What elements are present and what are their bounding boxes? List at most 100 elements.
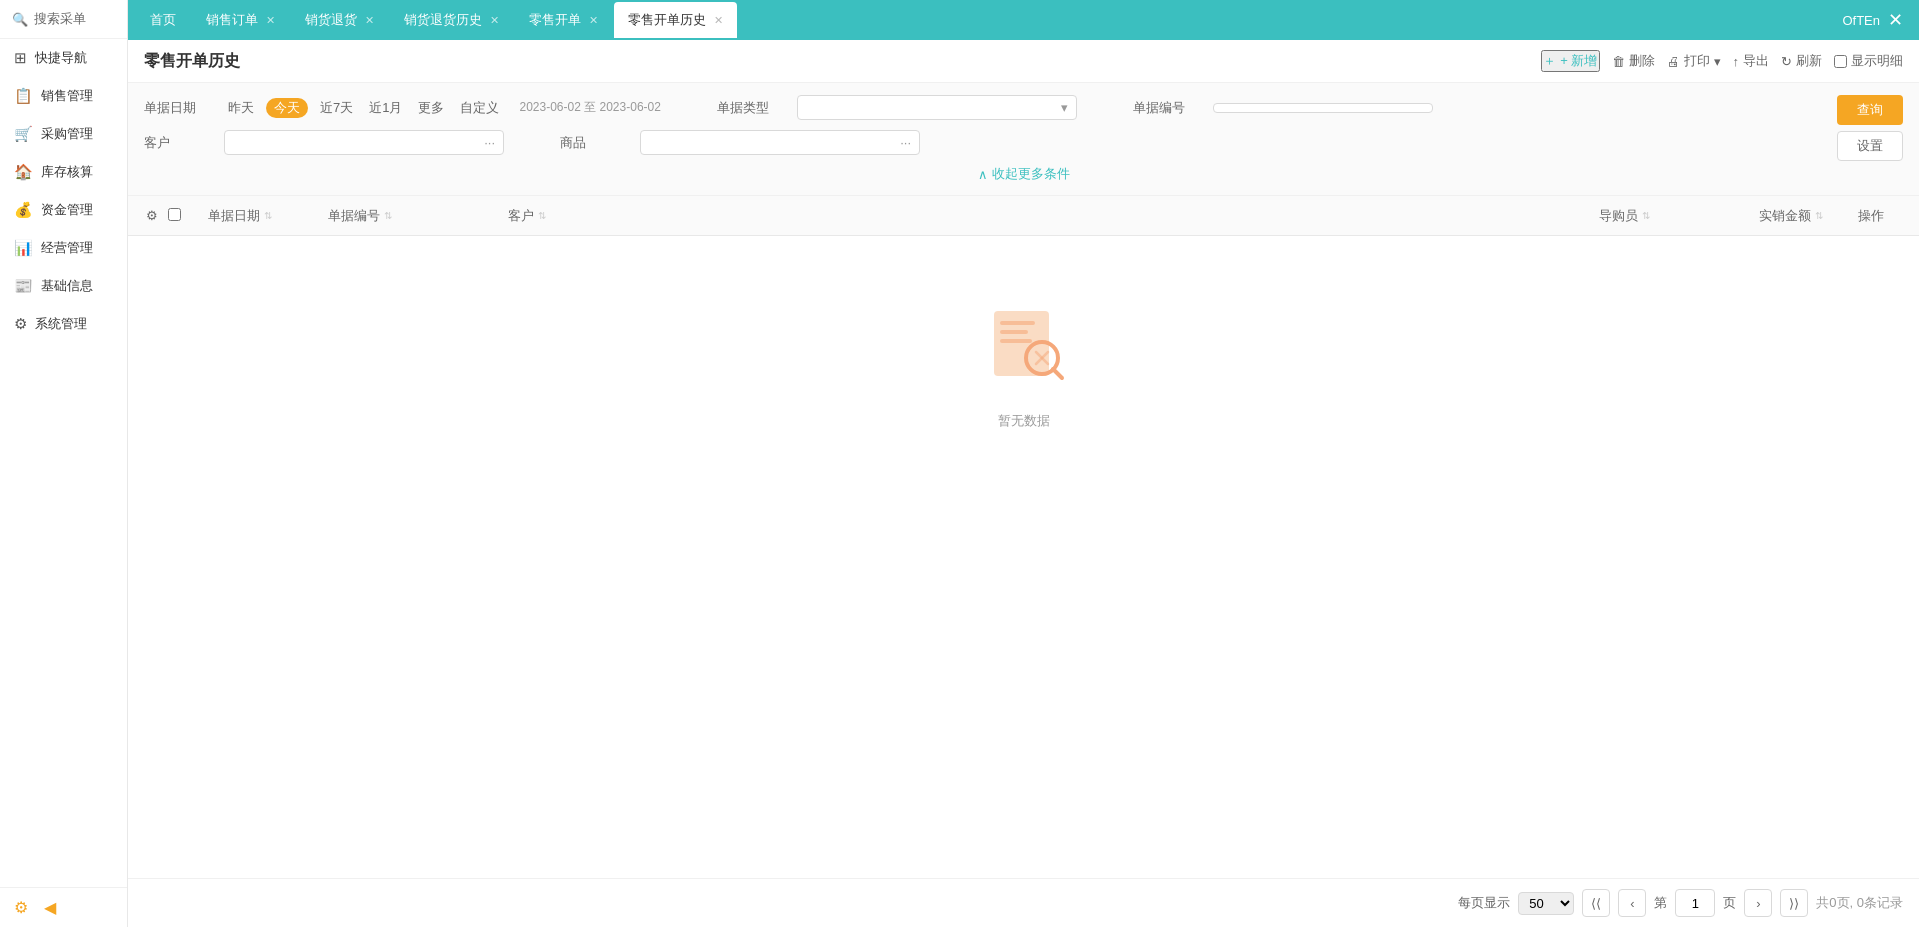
page-number-input[interactable] — [1675, 889, 1715, 917]
sidebar-bottom: ⚙ ◀ — [0, 887, 127, 927]
print-label: 打印 — [1684, 52, 1710, 70]
th-guide[interactable]: 导购员 ⇅ — [1591, 207, 1711, 225]
tab-close-retail-open-history[interactable]: ✕ — [714, 14, 723, 27]
select-all-checkbox[interactable] — [168, 208, 200, 224]
column-settings-icon[interactable]: ⚙ — [136, 208, 168, 223]
sidebar-item-sales-mgmt[interactable]: 📋销售管理 — [0, 77, 127, 115]
close-window-button[interactable]: ✕ — [1888, 9, 1903, 31]
customer-filter-input[interactable]: ··· — [224, 130, 504, 155]
search-icon: 🔍 — [12, 12, 28, 27]
tab-sales-return-history[interactable]: 销货退货历史✕ — [390, 2, 513, 38]
tab-label-sales-order: 销售订单 — [206, 11, 258, 29]
th-amount-label: 实销金额 — [1759, 207, 1811, 225]
sidebar-item-finance[interactable]: 💰 资金管理 — [0, 191, 127, 229]
date-more[interactable]: 更多 — [414, 98, 448, 118]
sidebar-search[interactable]: 🔍 搜索采单 — [0, 0, 127, 39]
filter-area: 单据日期 昨天 今天 近7天 近1月 更多 自定义 2023-06-02 至 2… — [128, 83, 1919, 196]
select-all-input[interactable] — [168, 208, 181, 221]
delete-icon: 🗑 — [1612, 54, 1625, 69]
svg-line-5 — [1053, 369, 1062, 378]
goods-filter-input[interactable]: ··· — [640, 130, 920, 155]
display-detail-toggle[interactable]: 显示明细 — [1834, 52, 1903, 70]
print-arrow-icon: ▾ — [1714, 54, 1721, 69]
empty-illustration — [974, 296, 1074, 396]
sidebar-label-inventory: 库存核算 — [41, 163, 93, 181]
tab-close-retail-open[interactable]: ✕ — [589, 14, 598, 27]
last-page-button[interactable]: ⟩⟩ — [1780, 889, 1808, 917]
filter-actions: 查询 设置 — [1837, 95, 1903, 161]
sidebar-item-purchase-mgmt[interactable]: 🛒采购管理 — [0, 115, 127, 153]
query-button[interactable]: 查询 — [1837, 95, 1903, 125]
page-label: 第 — [1654, 894, 1667, 912]
tab-home[interactable]: 首页 — [136, 2, 190, 38]
topbar-right: OfTEn ✕ — [1842, 9, 1911, 31]
collapse-icon[interactable]: ◀ — [44, 898, 56, 917]
sidebar-item-quick-nav[interactable]: ⊞快捷导航 — [0, 39, 127, 77]
tab-close-sales-order[interactable]: ✕ — [266, 14, 275, 27]
tab-close-sales-return-history[interactable]: ✕ — [490, 14, 499, 27]
print-button[interactable]: 🖨 打印 ▾ — [1667, 52, 1721, 70]
tab-close-sales-return[interactable]: ✕ — [365, 14, 374, 27]
delete-button[interactable]: 🗑 删除 — [1612, 52, 1655, 70]
date-1month[interactable]: 近1月 — [365, 98, 406, 118]
page-toolbar: 零售开单历史 ＋ + 新增 🗑 删除 🖨 打印 ▾ ↑ 导出 — [128, 40, 1919, 83]
svg-rect-1 — [1000, 321, 1035, 325]
filter-row-1: 单据日期 昨天 今天 近7天 近1月 更多 自定义 2023-06-02 至 2… — [144, 95, 1821, 120]
date-7days[interactable]: 近7天 — [316, 98, 357, 118]
tab-retail-open[interactable]: 零售开单✕ — [515, 2, 612, 38]
date-yesterday[interactable]: 昨天 — [224, 98, 258, 118]
print-icon: 🖨 — [1667, 54, 1680, 69]
date-today[interactable]: 今天 — [266, 98, 308, 118]
th-customer-sort-icon: ⇅ — [538, 210, 546, 221]
th-date[interactable]: 单据日期 ⇅ — [200, 207, 320, 225]
page-size-label: 每页显示 — [1458, 894, 1510, 912]
collapse-filter-button[interactable]: ∧ 收起更多条件 — [144, 165, 1903, 183]
sidebar-item-sys-mgmt[interactable]: ⚙系统管理 — [0, 305, 127, 343]
prev-page-button[interactable]: ‹ — [1618, 889, 1646, 917]
type-filter-select[interactable]: ▾ — [797, 95, 1077, 120]
next-page-button[interactable]: › — [1744, 889, 1772, 917]
table-header: ⚙ 单据日期 ⇅ 单据编号 ⇅ 客户 ⇅ 导购员 ⇅ — [128, 196, 1919, 236]
th-date-label: 单据日期 — [208, 207, 260, 225]
sidebar-label-finance: 资金管理 — [41, 201, 93, 219]
th-customer-label: 客户 — [508, 207, 534, 225]
sidebar-icon-purchase-mgmt: 🛒 — [14, 125, 33, 143]
sidebar-icon-inventory: 🏠 — [14, 163, 33, 181]
page-title: 零售开单历史 — [144, 51, 240, 72]
export-button[interactable]: ↑ 导出 — [1733, 52, 1770, 70]
first-page-button[interactable]: ⟨⟨ — [1582, 889, 1610, 917]
th-num[interactable]: 单据编号 ⇅ — [320, 207, 500, 225]
th-guide-sort-icon: ⇅ — [1642, 210, 1650, 221]
sidebar-item-operation[interactable]: 📊经营管理 — [0, 229, 127, 267]
page-size-select[interactable]: 50 10 20 100 — [1518, 892, 1574, 915]
total-info: 共0页, 0条记录 — [1816, 894, 1903, 912]
table-container: ⚙ 单据日期 ⇅ 单据编号 ⇅ 客户 ⇅ 导购员 ⇅ — [128, 196, 1919, 878]
tab-sales-return[interactable]: 销货退货✕ — [291, 2, 388, 38]
tab-sales-order[interactable]: 销售订单 ✕ — [192, 2, 289, 38]
sidebar-item-base-info[interactable]: 📰基础信息 — [0, 267, 127, 305]
num-filter-input[interactable] — [1213, 103, 1433, 113]
refresh-button[interactable]: ↻ 刷新 — [1781, 52, 1822, 70]
sidebar-icon-sales-mgmt: 📋 — [14, 87, 33, 105]
th-amount[interactable]: 实销金额 ⇅ — [1711, 207, 1831, 225]
sidebar-item-inventory[interactable]: 🏠 库存核算 — [0, 153, 127, 191]
settings-button[interactable]: 设置 — [1837, 131, 1903, 161]
tab-retail-open-history[interactable]: 零售开单历史✕ — [614, 2, 737, 38]
refresh-label: 刷新 — [1796, 52, 1822, 70]
th-customer[interactable]: 客户 ⇅ — [500, 207, 1591, 225]
sidebar-search-label: 搜索采单 — [34, 10, 86, 28]
svg-rect-3 — [1000, 339, 1032, 343]
sidebar-icon-operation: 📊 — [14, 239, 33, 257]
th-ops-label: 操作 — [1858, 207, 1884, 225]
add-label: + 新增 — [1560, 52, 1597, 70]
th-amount-sort-icon: ⇅ — [1815, 210, 1823, 221]
th-ops: 操作 — [1831, 207, 1911, 225]
add-button[interactable]: ＋ + 新增 — [1541, 50, 1599, 72]
brand-label: OfTEn — [1842, 13, 1880, 28]
goods-filter-dots: ··· — [900, 135, 911, 150]
display-detail-checkbox[interactable] — [1834, 55, 1847, 68]
sidebar-icon-quick-nav: ⊞ — [14, 49, 27, 67]
date-custom[interactable]: 自定义 — [456, 98, 503, 118]
settings-icon[interactable]: ⚙ — [14, 898, 28, 917]
sidebar-icon-finance: 💰 — [14, 201, 33, 219]
